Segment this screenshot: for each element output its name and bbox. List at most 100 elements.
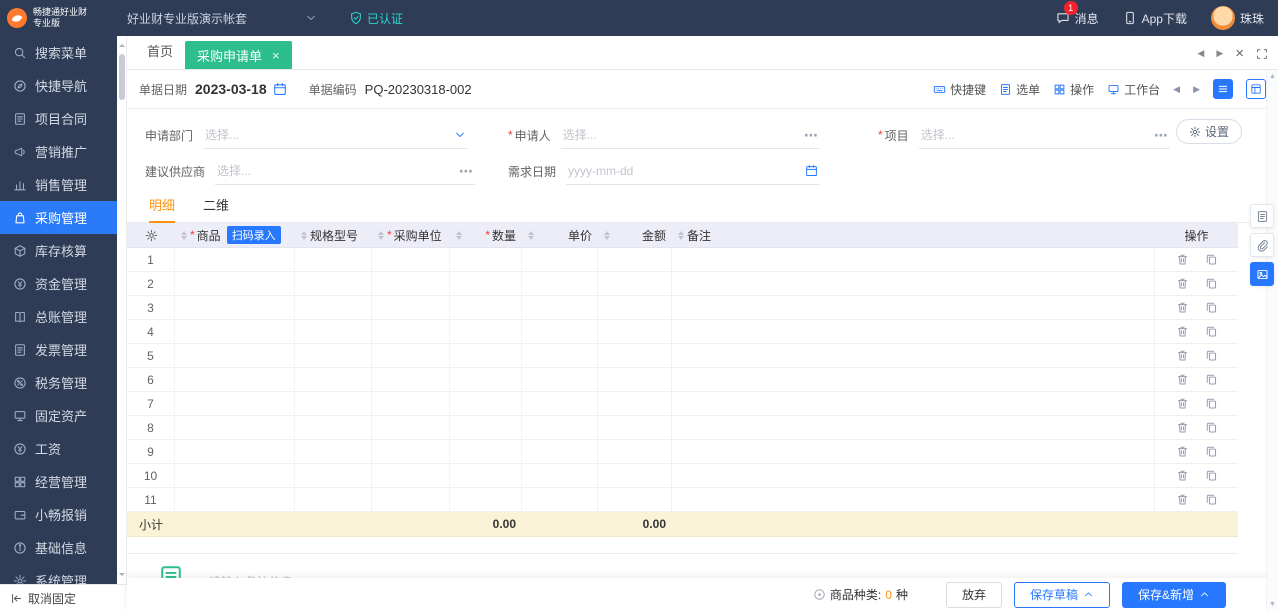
table-cell[interactable]: [598, 440, 672, 463]
table-cell[interactable]: [598, 368, 672, 391]
toggle-circle-icon[interactable]: [813, 588, 826, 601]
sort-icon[interactable]: [528, 230, 534, 240]
table-cell[interactable]: [295, 392, 372, 415]
table-cell[interactable]: [372, 320, 450, 343]
table-cell[interactable]: [450, 272, 522, 295]
table-cell[interactable]: [522, 392, 598, 415]
fullscreen-icon[interactable]: [1256, 48, 1268, 60]
sidebar-item-4[interactable]: 销售管理: [0, 168, 117, 201]
tabs-scroll-right-icon[interactable]: ▶: [1216, 48, 1223, 59]
delete-row-icon[interactable]: [1176, 325, 1189, 338]
table-cell[interactable]: [372, 344, 450, 367]
table-cell[interactable]: [598, 416, 672, 439]
table-cell[interactable]: [672, 368, 1155, 391]
field-department[interactable]: 申请部门 选择...: [145, 122, 468, 149]
table-cell[interactable]: [598, 272, 672, 295]
table-cell[interactable]: [450, 488, 522, 511]
table-cell[interactable]: [450, 344, 522, 367]
table-cell[interactable]: [598, 344, 672, 367]
prev-doc-icon[interactable]: ◀: [1173, 84, 1180, 95]
table-cell[interactable]: [522, 320, 598, 343]
table-cell[interactable]: [175, 296, 295, 319]
table-cell[interactable]: [598, 296, 672, 319]
column-settings-button[interactable]: [127, 223, 175, 247]
table-cell[interactable]: [598, 488, 672, 511]
table-cell[interactable]: [175, 320, 295, 343]
table-cell[interactable]: [522, 440, 598, 463]
table-cell[interactable]: [295, 272, 372, 295]
table-cell[interactable]: [450, 368, 522, 391]
table-cell[interactable]: [175, 272, 295, 295]
delete-row-icon[interactable]: [1176, 421, 1189, 434]
lookup-icon[interactable]: ⋯: [1154, 128, 1168, 142]
table-cell[interactable]: [372, 464, 450, 487]
table-cell[interactable]: [372, 368, 450, 391]
table-cell[interactable]: [522, 248, 598, 271]
sort-icon[interactable]: [301, 230, 307, 240]
table-cell[interactable]: [522, 416, 598, 439]
field-demand-date[interactable]: 需求日期 yyyy-mm-dd: [508, 158, 820, 185]
sidebar-scrollbar[interactable]: [117, 36, 127, 584]
field-supplier[interactable]: 建议供应商 选择... ⋯: [145, 158, 475, 185]
next-doc-icon[interactable]: ▶: [1193, 84, 1200, 95]
table-cell[interactable]: [672, 296, 1155, 319]
sidebar-item-5[interactable]: 采购管理: [0, 201, 117, 234]
select-doc-button[interactable]: 选单: [999, 81, 1040, 98]
table-cell[interactable]: [175, 416, 295, 439]
table-cell[interactable]: [175, 440, 295, 463]
image-panel-button[interactable]: [1250, 262, 1274, 286]
save-draft-button[interactable]: 保存草稿: [1013, 581, 1110, 608]
table-cell[interactable]: [450, 320, 522, 343]
table-cell[interactable]: [672, 272, 1155, 295]
delete-row-icon[interactable]: [1176, 493, 1189, 506]
delete-row-icon[interactable]: [1176, 469, 1189, 482]
sort-icon[interactable]: [604, 230, 610, 240]
sidebar-item-9[interactable]: 发票管理: [0, 333, 117, 366]
copy-row-icon[interactable]: [1205, 421, 1218, 434]
delete-row-icon[interactable]: [1176, 253, 1189, 266]
sidebar-item-3[interactable]: 营销推广: [0, 135, 117, 168]
chevron-down-icon[interactable]: [454, 129, 466, 141]
table-cell[interactable]: [175, 392, 295, 415]
column-header-4[interactable]: 单价: [522, 223, 598, 247]
list-view-toggle[interactable]: [1213, 79, 1233, 99]
copy-row-icon[interactable]: [1205, 301, 1218, 314]
tab-detail[interactable]: 明细: [149, 195, 176, 223]
table-cell[interactable]: [598, 320, 672, 343]
settings-button[interactable]: 设置: [1175, 119, 1242, 144]
field-applicant[interactable]: * 申请人 选择... ⋯: [508, 122, 820, 149]
table-cell[interactable]: [295, 320, 372, 343]
table-cell[interactable]: [522, 296, 598, 319]
tab-2d[interactable]: 二维: [203, 195, 229, 222]
copy-row-icon[interactable]: [1205, 445, 1218, 458]
doc-panel-button[interactable]: [1250, 204, 1274, 228]
table-cell[interactable]: [450, 248, 522, 271]
discard-button[interactable]: 放弃: [945, 581, 1002, 608]
delete-row-icon[interactable]: [1176, 277, 1189, 290]
account-set-dropdown[interactable]: 好业财专业版演示帐套: [127, 10, 317, 27]
sidebar-item-16[interactable]: 系统管理: [0, 564, 117, 584]
copy-row-icon[interactable]: [1205, 493, 1218, 506]
page-scrollbar[interactable]: ▲ ▼: [1266, 70, 1278, 611]
table-cell[interactable]: [522, 272, 598, 295]
sidebar-item-1[interactable]: 快捷导航: [0, 69, 117, 102]
table-cell[interactable]: [450, 296, 522, 319]
column-header-6[interactable]: 备注: [672, 223, 1155, 247]
column-header-1[interactable]: 规格型号: [295, 223, 372, 247]
table-cell[interactable]: [598, 392, 672, 415]
table-cell[interactable]: [372, 440, 450, 463]
table-cell[interactable]: [522, 344, 598, 367]
doc-date-value[interactable]: 2023-03-18: [195, 81, 267, 97]
table-cell[interactable]: [295, 248, 372, 271]
column-header-0[interactable]: * 商品 扫码录入: [175, 223, 295, 247]
messages-button[interactable]: 消息 1: [1056, 0, 1099, 27]
scroll-up-icon[interactable]: [118, 41, 125, 47]
tabs-scroll-left-icon[interactable]: ◀: [1197, 48, 1204, 59]
table-cell[interactable]: [372, 392, 450, 415]
tab-home[interactable]: 首页: [135, 41, 185, 69]
table-cell[interactable]: [450, 416, 522, 439]
table-cell[interactable]: [372, 272, 450, 295]
table-cell[interactable]: [672, 344, 1155, 367]
table-cell[interactable]: [372, 488, 450, 511]
sidebar-item-15[interactable]: 基础信息: [0, 531, 117, 564]
